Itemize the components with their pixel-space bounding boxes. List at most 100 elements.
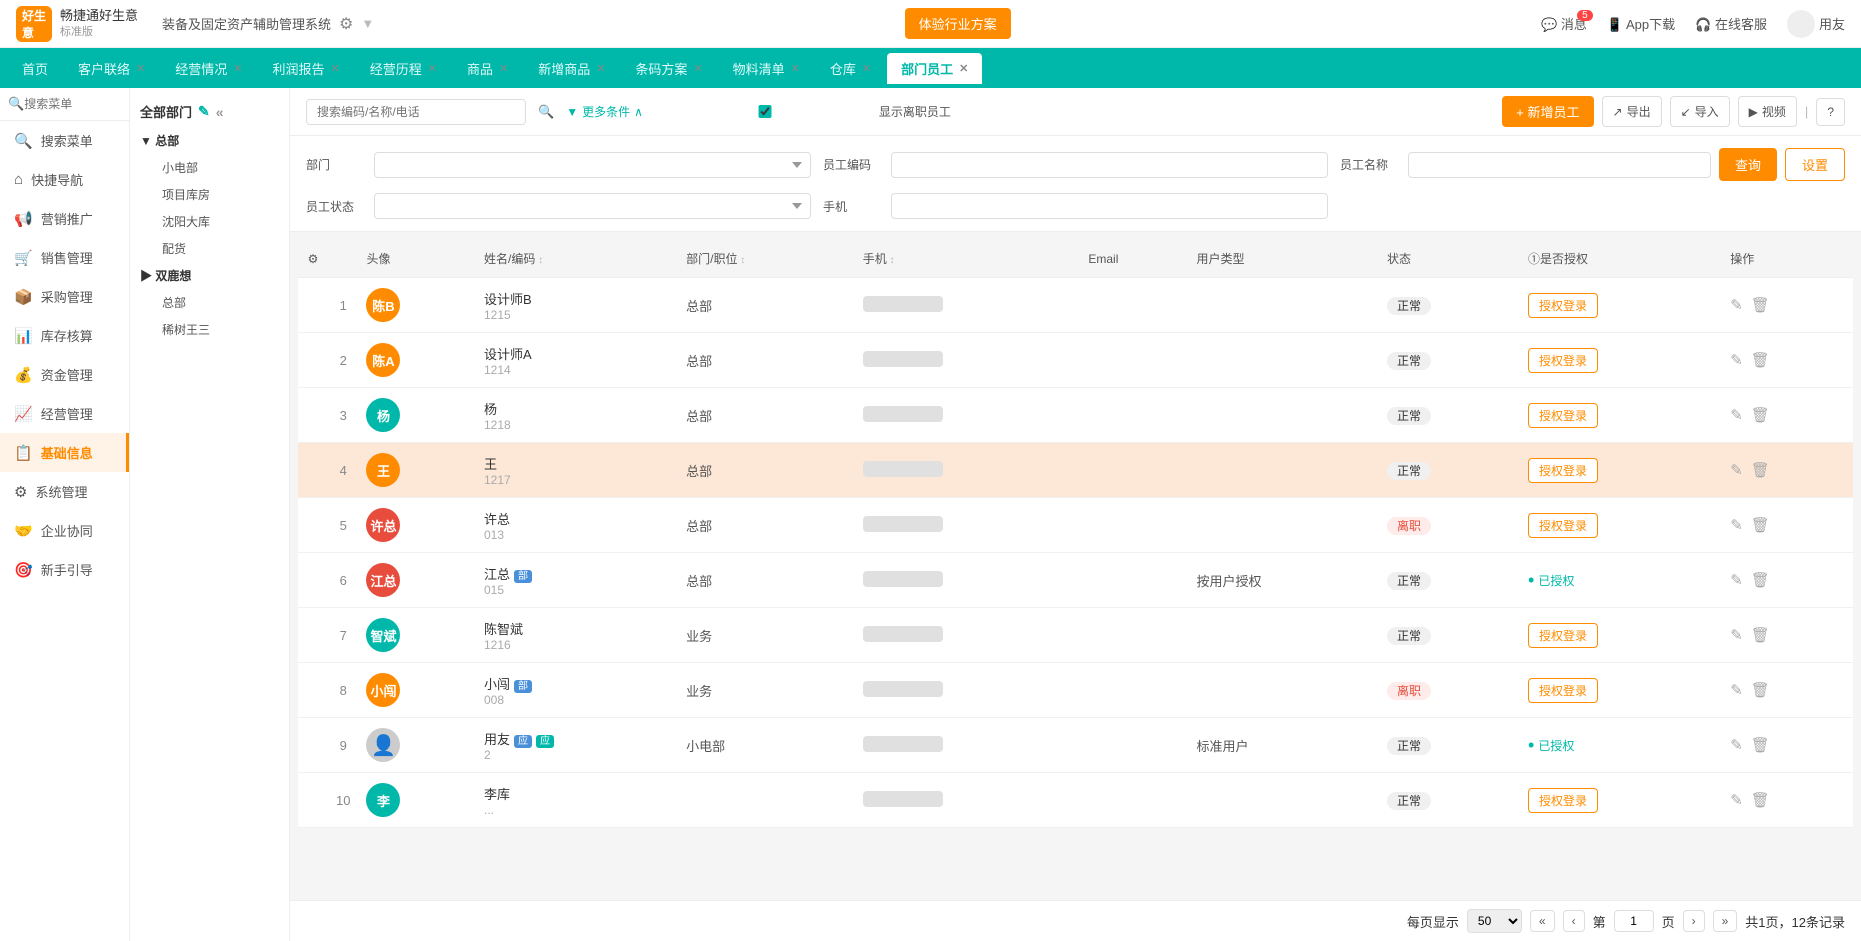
auth-login-button[interactable]: 授权登录: [1528, 293, 1598, 318]
emp-name-input[interactable]: [1408, 152, 1711, 178]
auth-login-button[interactable]: 授权登录: [1528, 513, 1598, 538]
delete-icon[interactable]: 🗑: [1751, 296, 1770, 314]
nav-tab-物料清单[interactable]: 物料清单✕: [719, 53, 814, 84]
message-badge[interactable]: 💬 消息 5: [1541, 14, 1587, 33]
nav-tab-新增商品[interactable]: 新增商品✕: [524, 53, 619, 84]
import-button[interactable]: ↙ 导入: [1670, 96, 1730, 127]
page-number-input[interactable]: [1614, 910, 1654, 932]
edit-icon[interactable]: ✎: [1730, 681, 1743, 699]
tab-close-icon[interactable]: ✕: [428, 62, 437, 75]
tree-node-双鹿想[interactable]: ▶ 双鹿想: [130, 262, 289, 289]
nav-tab-商品[interactable]: 商品✕: [453, 53, 522, 84]
sidebar-item-inventory[interactable]: 📊库存核算: [0, 316, 129, 355]
sidebar-item-purchase[interactable]: 📦采购管理: [0, 277, 129, 316]
tab-close-icon[interactable]: ✕: [693, 62, 702, 75]
emp-code-input[interactable]: [891, 152, 1328, 178]
sidebar-item-search[interactable]: 🔍搜索菜单: [0, 121, 129, 160]
tree-node-总部[interactable]: 总部: [130, 289, 289, 316]
online-support[interactable]: 🎧 在线客服: [1695, 14, 1767, 33]
edit-icon[interactable]: ✎: [1730, 461, 1743, 479]
search-input[interactable]: [24, 97, 121, 111]
user-avatar[interactable]: 用友: [1787, 10, 1845, 38]
edit-icon[interactable]: ✎: [1730, 626, 1743, 644]
help-button[interactable]: ?: [1816, 98, 1845, 126]
sidebar-item-finance[interactable]: 💰资金管理: [0, 355, 129, 394]
tree-edit-icon[interactable]: ✎: [198, 103, 210, 120]
tab-close-icon[interactable]: ✕: [862, 62, 871, 75]
app-download[interactable]: 📱 App下载: [1607, 14, 1675, 33]
edit-icon[interactable]: ✎: [1730, 351, 1743, 369]
tab-close-icon[interactable]: ✕: [331, 62, 340, 75]
sidebar-item-guide[interactable]: 🎯新手引导: [0, 550, 129, 589]
nav-tab-经营情况[interactable]: 经营情况✕: [161, 53, 256, 84]
tree-node-总部[interactable]: ▼ 总部: [130, 127, 289, 154]
delete-icon[interactable]: 🗑: [1751, 406, 1770, 424]
sidebar-item-sales[interactable]: 🛒销售管理: [0, 238, 129, 277]
sidebar-item-system[interactable]: ⚙系统管理: [0, 472, 129, 511]
tree-collapse-icon[interactable]: «: [216, 104, 224, 120]
nav-tab-利润报告[interactable]: 利润报告✕: [258, 53, 353, 84]
sidebar-item-collab[interactable]: 🤝企业协同: [0, 511, 129, 550]
auth-login-button[interactable]: 授权登录: [1528, 403, 1598, 428]
delete-icon[interactable]: 🗑: [1751, 516, 1770, 534]
sidebar-search-area[interactable]: 🔍: [0, 88, 129, 121]
delete-icon[interactable]: 🗑: [1751, 351, 1770, 369]
search-button[interactable]: 查询: [1719, 148, 1777, 181]
tree-node-稀树王三[interactable]: 稀树王三: [130, 316, 289, 343]
nav-tab-经营历程[interactable]: 经营历程✕: [356, 53, 451, 84]
auth-login-button[interactable]: 授权登录: [1528, 678, 1598, 703]
tab-close-icon[interactable]: ✕: [499, 62, 508, 75]
delete-icon[interactable]: 🗑: [1751, 681, 1770, 699]
more-conditions-button[interactable]: ▼ 更多条件 ∧: [566, 103, 643, 120]
tab-close-icon[interactable]: ✕: [596, 62, 605, 75]
show-resigned-checkbox[interactable]: [655, 105, 875, 118]
nav-tab-部门员工[interactable]: 部门员工✕: [887, 53, 982, 84]
search-field[interactable]: [306, 99, 526, 125]
tab-close-icon[interactable]: ✕: [791, 62, 800, 75]
auth-login-button[interactable]: 授权登录: [1528, 788, 1598, 813]
edit-icon[interactable]: ✎: [1730, 571, 1743, 589]
delete-icon[interactable]: 🗑: [1751, 791, 1770, 809]
add-employee-button[interactable]: + 新增员工: [1502, 96, 1593, 127]
tree-node-项目库房[interactable]: 项目库房: [130, 181, 289, 208]
col-dept[interactable]: 部门/职位: [678, 240, 855, 278]
edit-icon[interactable]: ✎: [1730, 791, 1743, 809]
nav-tab-首页[interactable]: 首页: [8, 53, 62, 84]
next-page-button[interactable]: ›: [1683, 910, 1705, 932]
tab-close-icon[interactable]: ✕: [136, 62, 145, 75]
edit-icon[interactable]: ✎: [1730, 406, 1743, 424]
prev-page-button[interactable]: ‹: [1563, 910, 1585, 932]
tree-node-配货[interactable]: 配货: [130, 235, 289, 262]
col-name[interactable]: 姓名/编码: [476, 240, 678, 278]
delete-icon[interactable]: 🗑: [1751, 571, 1770, 589]
per-page-select[interactable]: 2050100: [1467, 909, 1522, 933]
tab-close-icon[interactable]: ✕: [233, 62, 242, 75]
col-settings[interactable]: ⚙: [298, 240, 328, 278]
auth-login-button[interactable]: 授权登录: [1528, 458, 1598, 483]
auth-login-button[interactable]: 授权登录: [1528, 623, 1598, 648]
dept-select[interactable]: [374, 152, 811, 178]
export-button[interactable]: ↗ 导出: [1602, 96, 1662, 127]
edit-icon[interactable]: ✎: [1730, 736, 1743, 754]
trial-button[interactable]: 体验行业方案: [905, 8, 1011, 39]
tab-close-icon[interactable]: ✕: [959, 62, 968, 75]
video-button[interactable]: ▶ 视频: [1738, 96, 1797, 127]
nav-tab-仓库[interactable]: 仓库✕: [816, 53, 885, 84]
col-phone[interactable]: 手机: [855, 240, 1081, 278]
phone-input[interactable]: [891, 193, 1328, 219]
search-icon-filter[interactable]: 🔍: [538, 104, 554, 120]
delete-icon[interactable]: 🗑: [1751, 626, 1770, 644]
sidebar-item-operation[interactable]: 📈经营管理: [0, 394, 129, 433]
delete-icon[interactable]: 🗑: [1751, 736, 1770, 754]
tree-node-小电部[interactable]: 小电部: [130, 154, 289, 181]
edit-icon[interactable]: ✎: [1730, 296, 1743, 314]
auth-login-button[interactable]: 授权登录: [1528, 348, 1598, 373]
nav-tab-客户联络[interactable]: 客户联络✕: [64, 53, 159, 84]
nav-tab-条码方案[interactable]: 条码方案✕: [621, 53, 716, 84]
settings-icon[interactable]: ⚙: [339, 14, 353, 34]
delete-icon[interactable]: 🗑: [1751, 461, 1770, 479]
sidebar-item-basic[interactable]: 📋基础信息: [0, 433, 129, 472]
set-button[interactable]: 设置: [1785, 148, 1845, 181]
last-page-button[interactable]: »: [1713, 910, 1738, 932]
edit-icon[interactable]: ✎: [1730, 516, 1743, 534]
